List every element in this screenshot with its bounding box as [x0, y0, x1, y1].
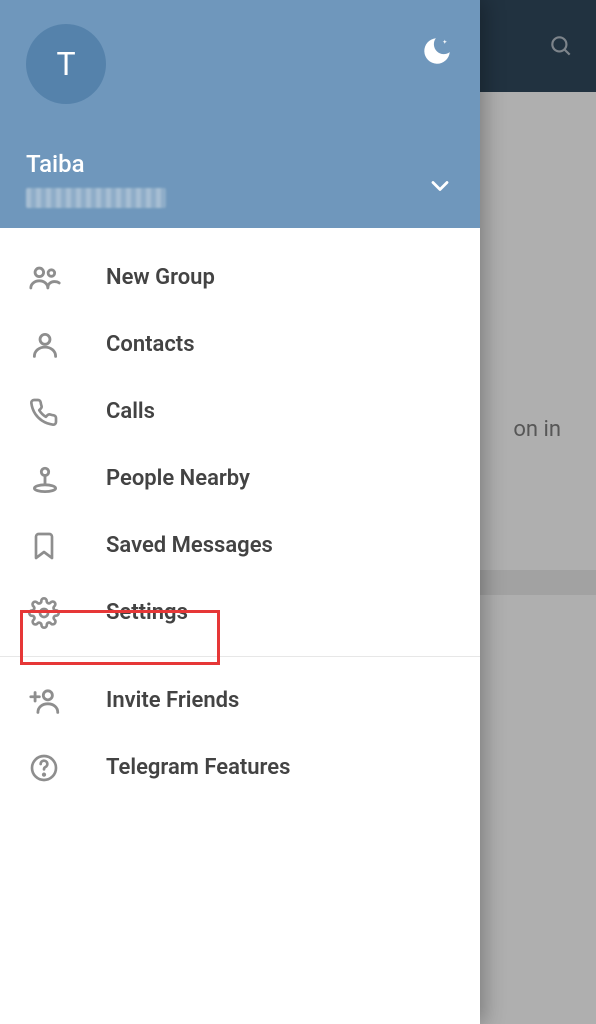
group-icon: [28, 261, 106, 295]
add-person-icon: [28, 684, 106, 718]
phone-number-blurred: [26, 188, 166, 208]
avatar-letter: T: [56, 45, 75, 83]
drawer-menu: New Group Contacts Calls: [0, 228, 480, 1024]
menu-item-label: Invite Friends: [106, 688, 239, 713]
menu-item-new-group[interactable]: New Group: [0, 244, 480, 311]
menu-item-telegram-features[interactable]: Telegram Features: [0, 734, 480, 801]
menu-divider: [0, 656, 480, 657]
navigation-drawer: T Taiba New Group: [0, 0, 480, 1024]
menu-item-label: People Nearby: [106, 466, 250, 491]
avatar[interactable]: T: [26, 24, 106, 104]
menu-item-calls[interactable]: Calls: [0, 378, 480, 445]
menu-item-settings[interactable]: Settings: [0, 579, 480, 646]
drawer-header: T Taiba: [0, 0, 480, 228]
menu-item-label: New Group: [106, 265, 215, 290]
menu-item-contacts[interactable]: Contacts: [0, 311, 480, 378]
bookmark-icon: [28, 530, 106, 562]
chevron-down-icon[interactable]: [426, 172, 454, 200]
person-icon: [28, 328, 106, 362]
menu-item-people-nearby[interactable]: People Nearby: [0, 445, 480, 512]
people-nearby-icon: [28, 462, 106, 496]
menu-item-label: Telegram Features: [106, 755, 290, 780]
phone-icon: [28, 396, 106, 428]
menu-item-label: Settings: [106, 600, 188, 625]
help-icon: [28, 752, 106, 784]
profile-name: Taiba: [26, 150, 454, 178]
menu-item-label: Contacts: [106, 332, 195, 357]
menu-item-label: Calls: [106, 399, 155, 424]
menu-item-label: Saved Messages: [106, 533, 273, 558]
night-mode-icon[interactable]: [420, 34, 454, 68]
menu-item-saved-messages[interactable]: Saved Messages: [0, 512, 480, 579]
gear-icon: [28, 597, 106, 629]
menu-item-invite-friends[interactable]: Invite Friends: [0, 667, 480, 734]
